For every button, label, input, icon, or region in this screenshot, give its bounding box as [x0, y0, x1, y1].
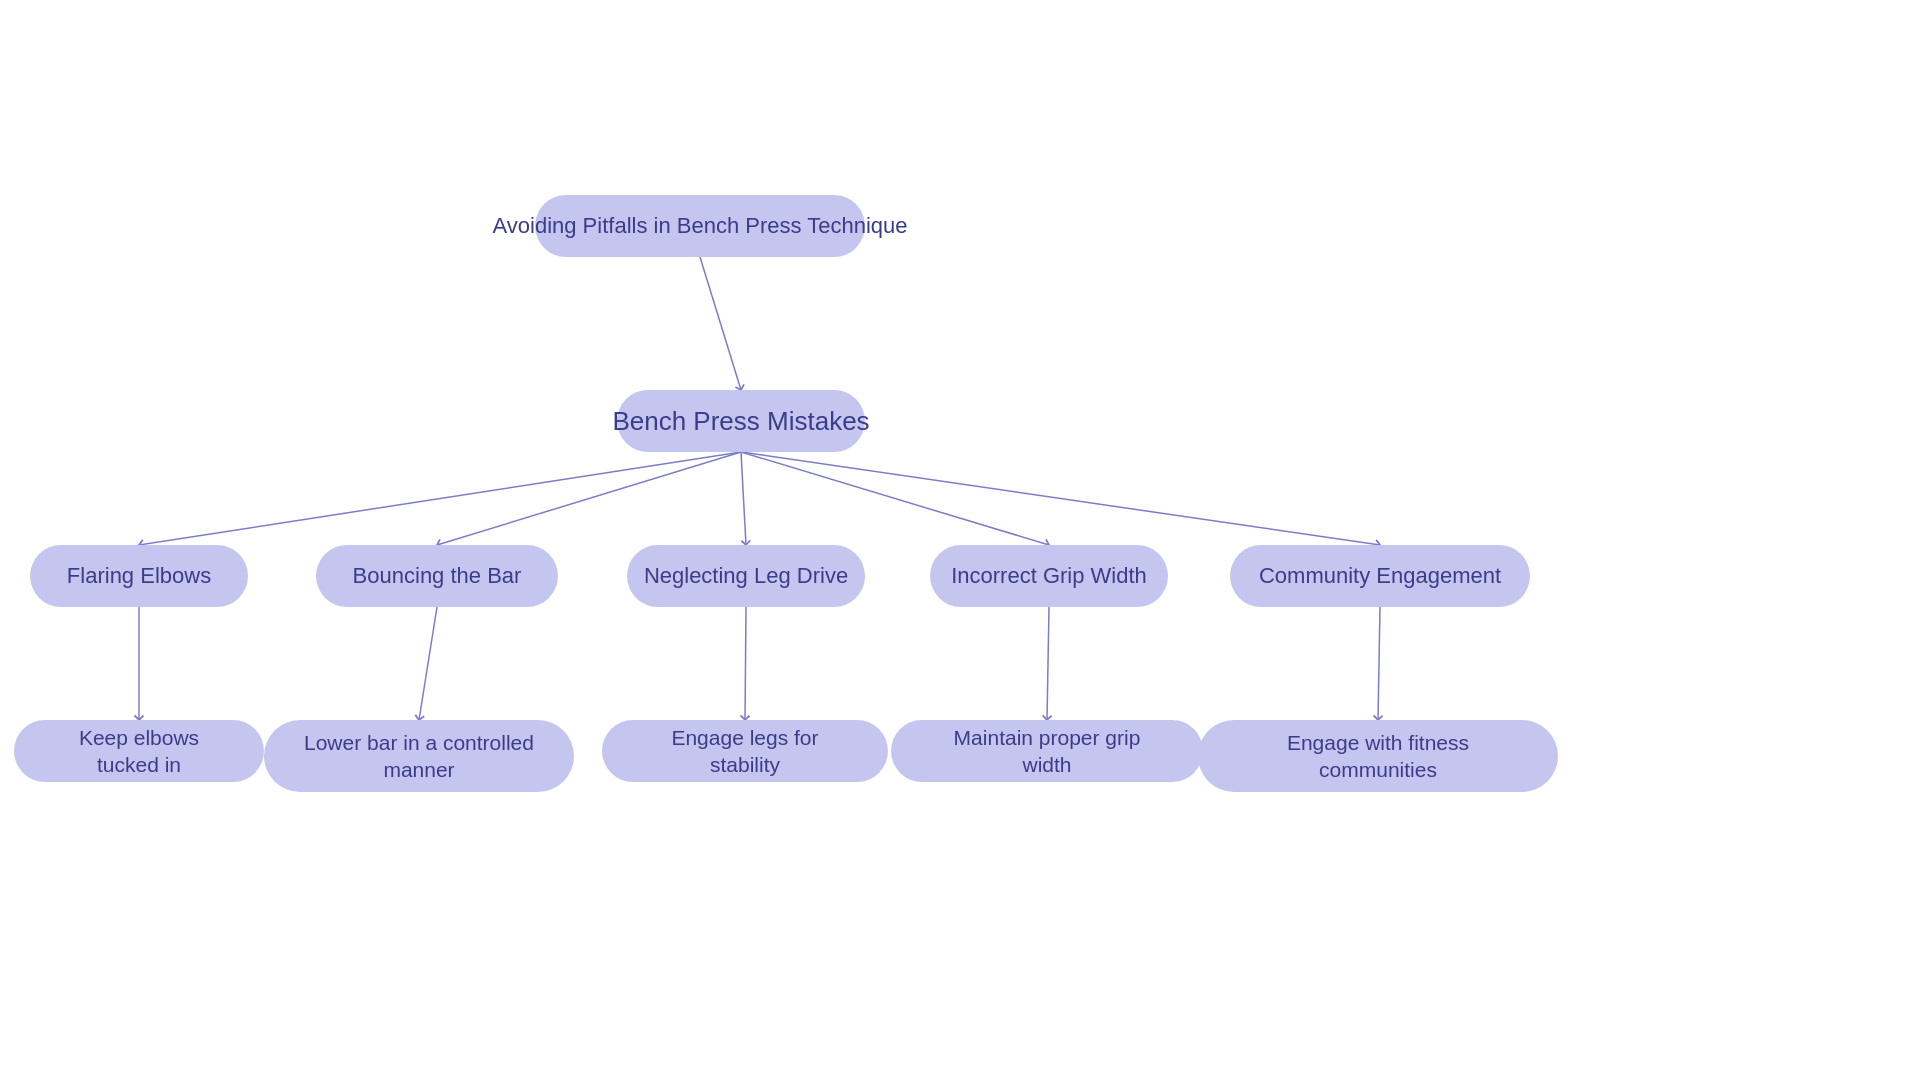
sub-label-engage-communities: Engage with fitness communities [1234, 729, 1522, 784]
root-label: Avoiding Pitfalls in Bench Press Techniq… [493, 213, 908, 239]
svg-line-4 [741, 452, 1049, 545]
child-node-neglecting-leg: Neglecting Leg Drive [627, 545, 865, 607]
child-label-neglecting-leg: Neglecting Leg Drive [644, 563, 848, 589]
child-node-bouncing-bar: Bouncing the Bar [316, 545, 558, 607]
diagram-container: Avoiding Pitfalls in Bench Press Techniq… [0, 0, 1920, 1083]
svg-line-0 [700, 257, 741, 390]
sub-node-engage-legs: Engage legs for stability [602, 720, 888, 782]
sub-label-maintain-grip: Maintain proper grip width [927, 724, 1167, 779]
svg-line-10 [1378, 607, 1380, 720]
svg-line-2 [437, 452, 741, 545]
svg-line-5 [741, 452, 1380, 545]
svg-line-9 [1047, 607, 1049, 720]
child-label-flaring-elbows: Flaring Elbows [67, 563, 211, 589]
child-node-flaring-elbows: Flaring Elbows [30, 545, 248, 607]
sub-node-maintain-grip: Maintain proper grip width [891, 720, 1203, 782]
root-node: Avoiding Pitfalls in Bench Press Techniq… [535, 195, 865, 257]
child-label-bouncing-bar: Bouncing the Bar [353, 563, 522, 589]
sub-node-engage-communities: Engage with fitness communities [1198, 720, 1558, 792]
svg-line-1 [139, 452, 741, 545]
child-node-community: Community Engagement [1230, 545, 1530, 607]
level1-node: Bench Press Mistakes [617, 390, 865, 452]
sub-label-engage-legs: Engage legs for stability [638, 724, 852, 779]
sub-node-keep-elbows: Keep elbows tucked in [14, 720, 264, 782]
child-label-community: Community Engagement [1259, 563, 1501, 589]
sub-label-keep-elbows: Keep elbows tucked in [50, 724, 228, 779]
level1-label: Bench Press Mistakes [612, 406, 869, 437]
child-node-incorrect-grip: Incorrect Grip Width [930, 545, 1168, 607]
sub-label-lower-bar: Lower bar in a controlled manner [300, 729, 538, 784]
svg-line-3 [741, 452, 746, 545]
sub-node-lower-bar: Lower bar in a controlled manner [264, 720, 574, 792]
svg-line-7 [419, 607, 437, 720]
svg-line-8 [745, 607, 746, 720]
connectors-svg [0, 0, 1920, 1083]
child-label-incorrect-grip: Incorrect Grip Width [951, 563, 1147, 589]
